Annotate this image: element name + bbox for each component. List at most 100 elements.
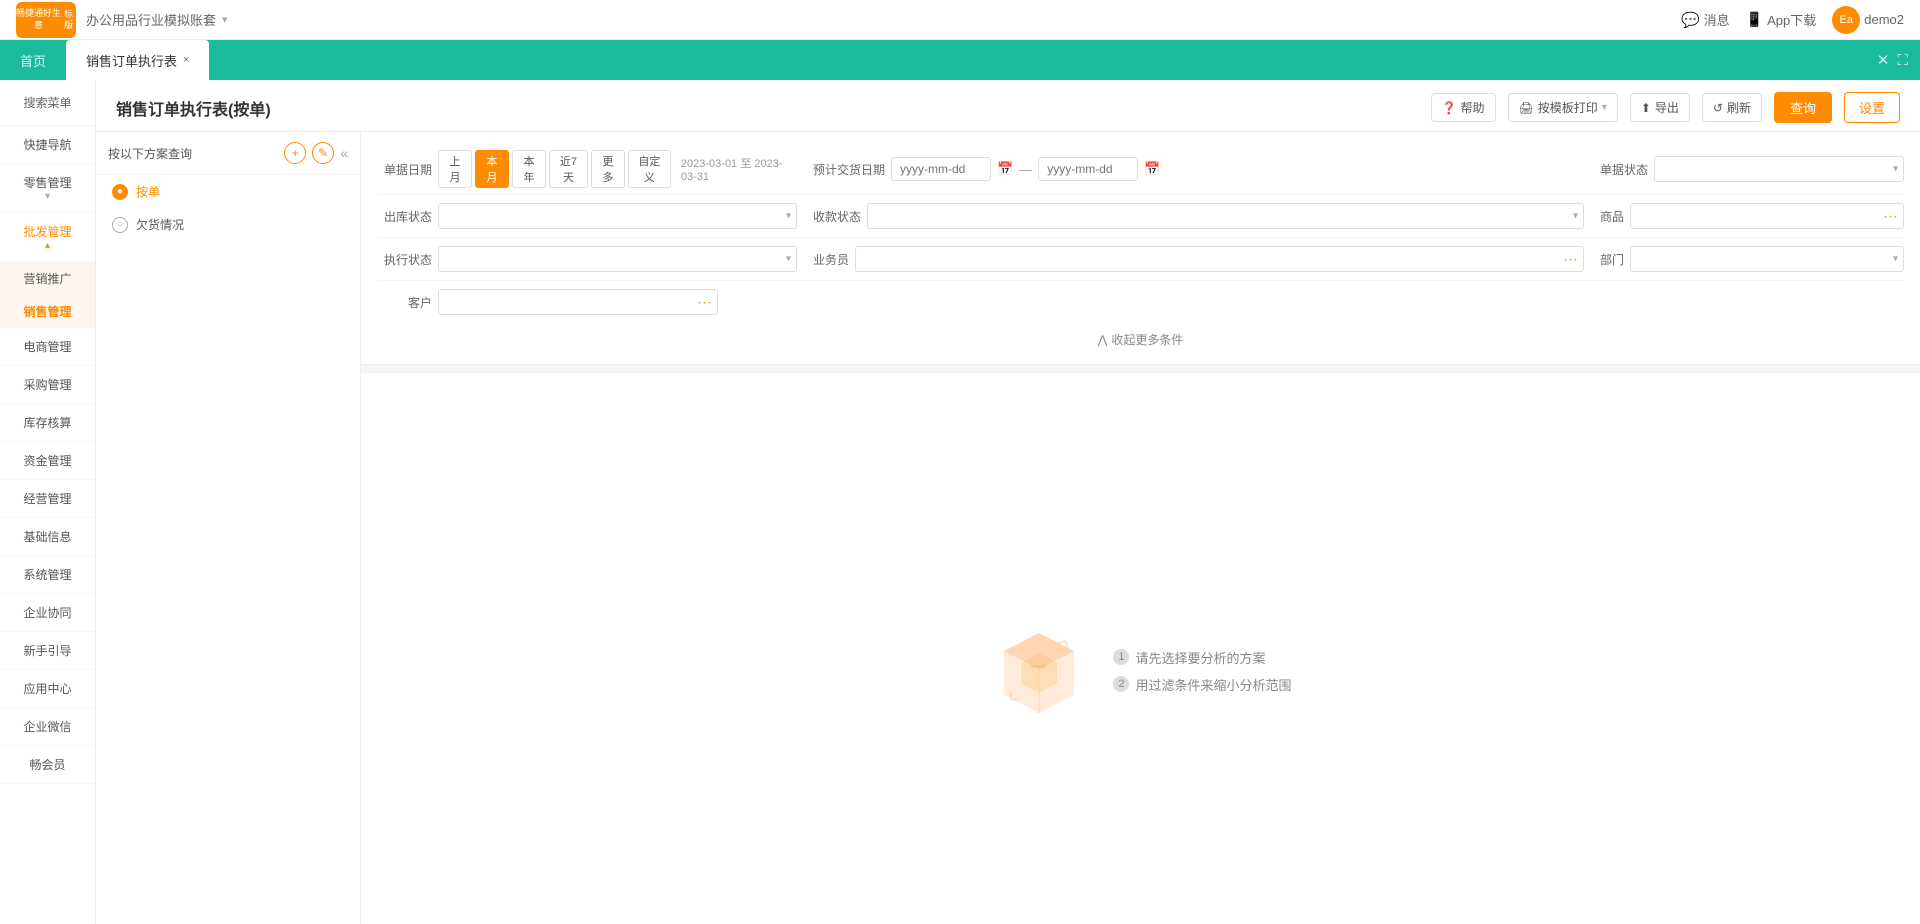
prev-month-btn[interactable]: 上月 <box>438 150 472 188</box>
more-btn[interactable]: 更多 <box>591 150 625 188</box>
page-actions: ❓ 帮助 🖨 按模板打印 ▾ ⬆ 导出 ↺ 刷新 查询 设置 <box>1431 92 1900 123</box>
user-area[interactable]: Ea demo2 <box>1832 6 1904 34</box>
filter-block-product: 商品 ··· <box>1584 203 1904 229</box>
sidebar-item-purchase[interactable]: 采购管理 <box>0 366 95 404</box>
query-btn[interactable]: 查询 <box>1774 92 1832 123</box>
expected-date-start-input[interactable] <box>891 157 991 181</box>
filter-block-collection-status: 收款状态 ▾ <box>797 203 1584 229</box>
company-name: 办公用品行业模拟账套 <box>86 10 216 29</box>
tab-bar: 首页 销售订单执行表 × ✕ ⛶ <box>0 40 1920 80</box>
customer-dots-icon[interactable]: ··· <box>697 294 712 311</box>
filter-block-exec-status: 执行状态 ▾ <box>377 246 797 272</box>
tab-close-icon[interactable]: × <box>183 54 189 66</box>
filter-row-1: 单据日期 上月 本月 本年 近7天 更多 自定义 2023-03-01 至 20… <box>377 144 1904 195</box>
ecommerce-label: 电商管理 <box>23 338 71 355</box>
page-title: 销售订单执行表(按单) <box>116 96 271 120</box>
customer-input[interactable] <box>438 289 718 315</box>
calendar-start-icon[interactable]: 📅 <box>997 161 1013 177</box>
left-panel-header: 按以下方案查询 + ✎ « <box>96 132 360 175</box>
sidebar-item-wechat[interactable]: 企业微信 <box>0 708 95 746</box>
department-select[interactable] <box>1630 246 1904 272</box>
expected-date-end-input[interactable] <box>1038 157 1138 181</box>
sidebar-item-system[interactable]: 系统管理 <box>0 556 95 594</box>
left-panel: 按以下方案查询 + ✎ « ● 按单 ○ 欠货情况 <box>96 132 361 924</box>
out-status-select[interactable] <box>438 203 797 229</box>
top-header-left: 畅捷通好生意 标版 办公用品行业模拟账套 ▾ <box>16 2 228 38</box>
collection-select[interactable] <box>867 203 1584 229</box>
avatar-initials: Ea <box>1840 14 1853 26</box>
sidebar-item-ecommerce[interactable]: 电商管理 <box>0 328 95 366</box>
help-btn[interactable]: ❓ 帮助 <box>1431 93 1496 122</box>
sidebar-item-inventory[interactable]: 库存核算 <box>0 404 95 442</box>
sidebar-search-area[interactable]: 搜索菜单 <box>0 80 95 126</box>
collection-status-label: 收款状态 <box>813 208 861 225</box>
salesman-input[interactable] <box>855 246 1584 272</box>
company-chevron-icon[interactable]: ▾ <box>222 13 228 26</box>
product-input[interactable] <box>1630 203 1904 229</box>
salesman-dots-icon[interactable]: ··· <box>1563 251 1578 268</box>
sidebar-item-basic[interactable]: 基础信息 <box>0 518 95 556</box>
search-menu-btn[interactable]: 搜索菜单 <box>8 88 87 117</box>
this-month-btn[interactable]: 本月 <box>475 150 509 188</box>
status-select[interactable] <box>1654 156 1904 182</box>
collapse-label: 收起更多条件 <box>1111 331 1183 348</box>
sidebar-item-member[interactable]: 畅会员 <box>0 746 95 784</box>
sidebar-item-wholesale[interactable]: 批发管理 ▴ <box>0 213 95 262</box>
scheme-item-2[interactable]: ○ 欠货情况 <box>96 208 360 241</box>
department-label: 部门 <box>1600 251 1624 268</box>
empty-tips: 1 请先选择要分析的方案 2 用过滤条件来缩小分析范围 <box>1113 648 1291 702</box>
status-select-wrapper: ▾ <box>1654 156 1904 182</box>
quick-nav-label: 快捷导航 <box>23 136 71 153</box>
sidebar-sub-marketing[interactable]: 营销推广 <box>0 262 95 295</box>
tab-home-label: 首页 <box>20 51 46 70</box>
filter-block-department: 部门 ▾ <box>1584 246 1904 272</box>
appstore-label: 应用中心 <box>23 680 71 697</box>
custom-btn[interactable]: 自定义 <box>628 150 671 188</box>
export-icon: ⬆ <box>1641 101 1651 115</box>
export-btn[interactable]: ⬆ 导出 <box>1630 93 1690 122</box>
scheme1-icon: ● <box>112 184 128 200</box>
empty-state: 1 请先选择要分析的方案 2 用过滤条件来缩小分析范围 <box>361 373 1920 924</box>
sidebar-item-appstore[interactable]: 应用中心 <box>0 670 95 708</box>
sidebar-item-retail[interactable]: 零售管理 ▾ <box>0 164 95 213</box>
marketing-label: 营销推广 <box>23 272 71 286</box>
product-dots-icon[interactable]: ··· <box>1883 208 1898 225</box>
tab-home[interactable]: 首页 <box>0 40 66 80</box>
empty-tip-2: 2 用过滤条件来缩小分析范围 <box>1113 675 1291 694</box>
status-label: 单据状态 <box>1600 161 1648 178</box>
filter-block-expected-date: 预计交货日期 📅 — 📅 <box>797 157 1584 181</box>
collapse-filters-btn[interactable]: ⋀ 收起更多条件 <box>377 323 1904 352</box>
this-year-btn[interactable]: 本年 <box>512 150 546 188</box>
refresh-btn[interactable]: ↺ 刷新 <box>1702 93 1762 122</box>
sidebar-item-finance[interactable]: 资金管理 <box>0 442 95 480</box>
app-download-btn[interactable]: 📱 App下载 <box>1746 10 1817 29</box>
window-close-btn[interactable]: ✕ <box>1877 51 1890 69</box>
seven-days-btn[interactable]: 近7天 <box>549 150 588 188</box>
filter-block-salesman: 业务员 ··· <box>797 246 1584 272</box>
filter-row-2: 出库状态 ▾ 收款状态 <box>377 195 1904 238</box>
message-btn[interactable]: 💬 消息 <box>1681 10 1730 29</box>
tab-sales-order[interactable]: 销售订单执行表 × <box>66 40 209 80</box>
print-label: 按模板打印 <box>1538 99 1598 116</box>
scheme-item-1[interactable]: ● 按单 <box>96 175 360 208</box>
window-maximize-btn[interactable]: ⛶ <box>1897 52 1908 69</box>
sidebar-item-enterprise[interactable]: 企业协同 <box>0 594 95 632</box>
edit-scheme-btn[interactable]: ✎ <box>312 142 334 164</box>
logo-text: 畅捷通好生意 <box>16 8 61 31</box>
sidebar-item-newbie[interactable]: 新手引导 <box>0 632 95 670</box>
sidebar-item-quick-nav[interactable]: 快捷导航 <box>0 126 95 164</box>
calendar-end-icon[interactable]: 📅 <box>1144 161 1160 177</box>
app-download-label: App下载 <box>1767 10 1816 29</box>
settings-btn[interactable]: 设置 <box>1844 92 1900 123</box>
inventory-label: 库存核算 <box>23 414 71 431</box>
exec-select[interactable] <box>438 246 797 272</box>
add-scheme-btn[interactable]: + <box>284 142 306 164</box>
print-btn[interactable]: 🖨 按模板打印 ▾ <box>1508 93 1618 122</box>
sidebar-item-operation[interactable]: 经营管理 <box>0 480 95 518</box>
salesman-label: 业务员 <box>813 251 849 268</box>
collapse-panel-btn[interactable]: « <box>340 145 348 161</box>
sidebar-sub-sales[interactable]: 销售管理 <box>0 295 95 328</box>
sidebar: 搜索菜单 快捷导航 零售管理 ▾ 批发管理 ▴ 营销推广 销售管理 电商管理 采… <box>0 80 96 924</box>
company-selector-area[interactable]: 办公用品行业模拟账套 ▾ <box>86 10 228 29</box>
tip-num-1: 1 <box>1113 649 1129 665</box>
